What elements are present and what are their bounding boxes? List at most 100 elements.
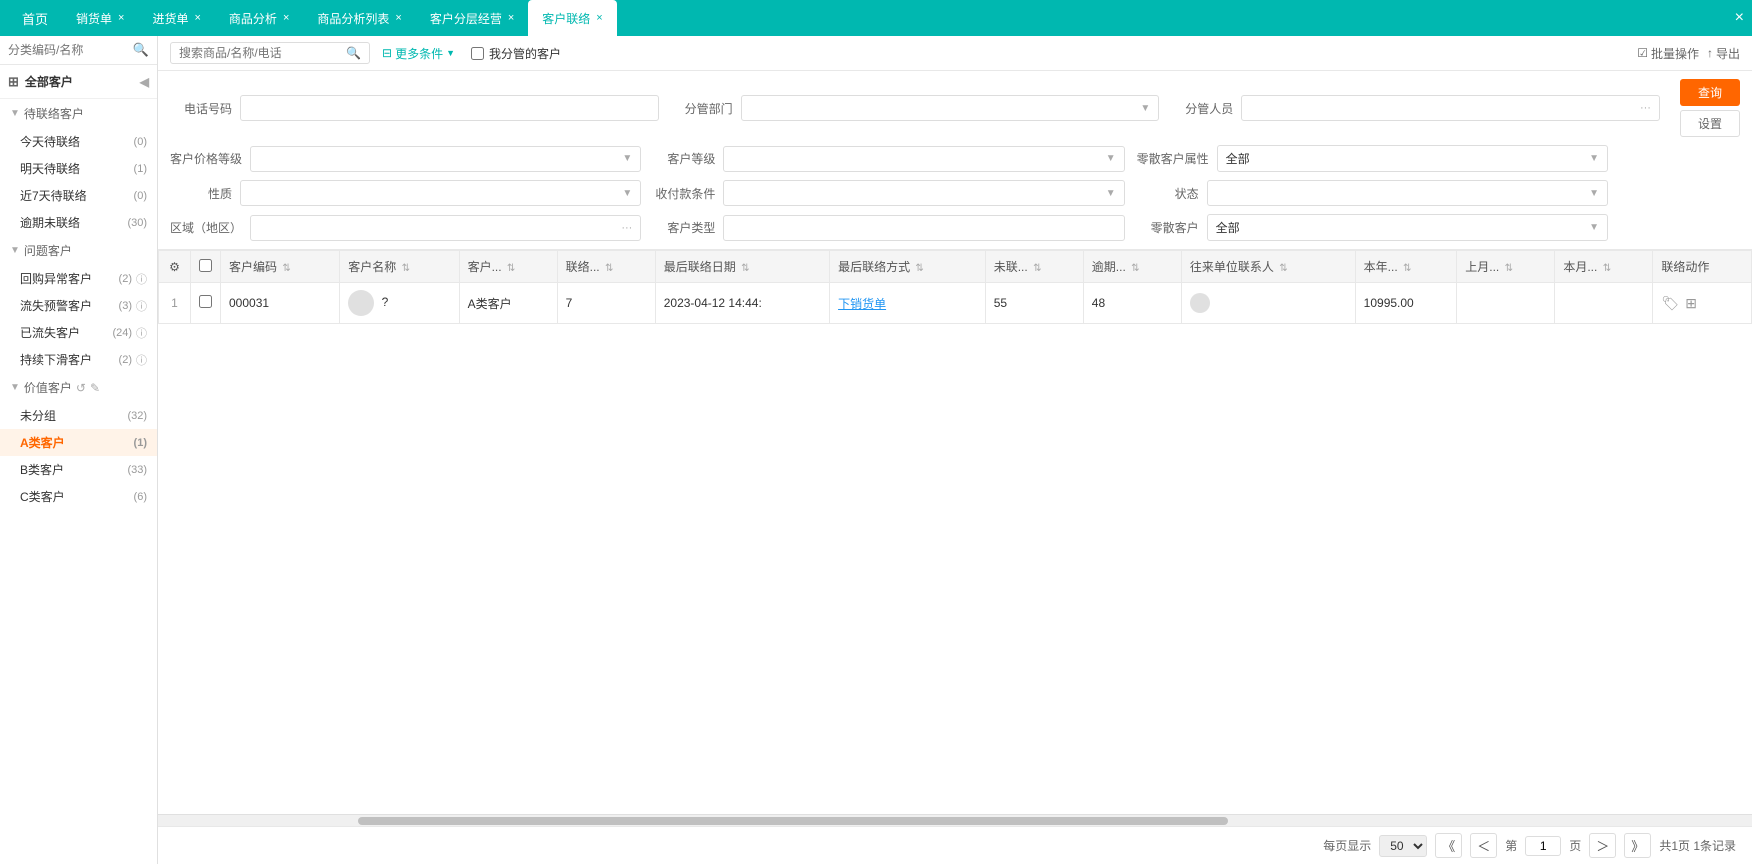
refresh-icon[interactable]: ↺ xyxy=(76,381,86,395)
manager-more-icon[interactable]: ··· xyxy=(1640,102,1651,114)
status-select[interactable]: ▼ xyxy=(1207,180,1608,206)
sort-type-icon[interactable]: ⇅ xyxy=(507,263,515,274)
sort-not-contact-icon[interactable]: ⇅ xyxy=(1033,263,1041,274)
sidebar-collapse-btn[interactable]: ◀ xyxy=(140,75,149,89)
sidebar-item-overdue[interactable]: 逾期未联络 (30) xyxy=(0,209,157,236)
sidebar-item-class-c[interactable]: C类客户 (6) xyxy=(0,483,157,510)
filter-search-input[interactable] xyxy=(179,46,342,60)
last-method-link[interactable]: 下销货单 xyxy=(838,297,886,311)
filter-retail: 零散客户 全部 ▼ xyxy=(1137,214,1608,241)
sidebar-item-tomorrow[interactable]: 明天待联络 (1) xyxy=(0,155,157,182)
row-name: ? xyxy=(340,283,459,324)
close-product-analysis-list-tab[interactable]: × xyxy=(395,12,401,24)
close-product-analysis-tab[interactable]: × xyxy=(283,12,289,24)
pending-contact-group-title[interactable]: ▼ 待联络客户 xyxy=(0,99,157,128)
all-customers-header[interactable]: ⊞ 全部客户 ◀ xyxy=(0,65,157,99)
col-name: 客户名称 ⇅ xyxy=(340,251,459,283)
close-all-tabs[interactable]: × xyxy=(1735,9,1744,27)
filter-dept: 分管部门 ▼ xyxy=(671,95,1160,121)
filter-customer-type: 客户类型 xyxy=(653,215,1124,241)
sort-last-method-icon[interactable]: ⇅ xyxy=(915,263,923,274)
my-customer-checkbox-area[interactable]: 我分管的客户 xyxy=(471,45,561,62)
row-action-icons: 🏷 ⊞ xyxy=(1661,295,1743,312)
col-last-date: 最后联络日期 ⇅ xyxy=(655,251,829,283)
sidebar-item-churned[interactable]: 已流失客户 (24) ⓘ xyxy=(0,319,157,346)
info-icon-declining: ⓘ xyxy=(136,352,147,368)
nature-select[interactable]: ▼ xyxy=(240,180,641,206)
col-gear[interactable]: ⚙ xyxy=(159,251,191,283)
adv-filter-row-3: 性质 ▼ 收付款条件 ▼ 状态 xyxy=(170,180,1740,206)
qr-icon[interactable]: ⊞ xyxy=(1685,295,1697,312)
nav-customer-contact[interactable]: 客户联络 × xyxy=(528,0,616,36)
phone-input[interactable] xyxy=(240,95,659,121)
page-number-input[interactable] xyxy=(1525,836,1561,856)
nav-product-analysis-list[interactable]: 商品分析列表 × xyxy=(303,0,415,36)
sort-last-month-icon[interactable]: ⇅ xyxy=(1505,263,1513,274)
retail-attr-select[interactable]: 全部 ▼ xyxy=(1217,145,1608,172)
sidebar-item-class-a[interactable]: A类客户 (1) xyxy=(0,429,157,456)
value-customer-group-title[interactable]: ▼ 价值客户 ↺ ✎ xyxy=(0,373,157,402)
per-page-select[interactable]: 50 xyxy=(1379,835,1427,857)
nav-purchase[interactable]: 进货单 × xyxy=(138,0,214,36)
select-all-checkbox[interactable] xyxy=(199,259,212,272)
export-button[interactable]: ↑ 导出 xyxy=(1707,45,1740,62)
tag-icon[interactable]: 🏷 xyxy=(1661,295,1679,312)
sort-contact-icon[interactable]: ⇅ xyxy=(605,263,613,274)
sidebar-item-class-b[interactable]: B类客户 (33) xyxy=(0,456,157,483)
group-arrow-icon3: ▼ xyxy=(10,382,20,393)
close-customer-contact-tab[interactable]: × xyxy=(596,12,602,24)
next-page-button[interactable]: ＞ xyxy=(1589,833,1616,858)
sidebar-item-unclassified[interactable]: 未分组 (32) xyxy=(0,402,157,429)
close-customer-management-tab[interactable]: × xyxy=(508,12,514,24)
close-purchase-tab[interactable]: × xyxy=(194,12,200,24)
sort-overdue-icon[interactable]: ⇅ xyxy=(1131,263,1139,274)
region-more-icon[interactable]: ··· xyxy=(621,222,632,234)
sidebar-item-abnormal[interactable]: 回购异常客户 (2) ⓘ xyxy=(0,265,157,292)
query-button[interactable]: 查询 xyxy=(1680,79,1740,106)
price-level-select[interactable]: ▼ xyxy=(250,146,641,172)
nav-customer-management[interactable]: 客户分层经营 × xyxy=(416,0,528,36)
sidebar-item-7days[interactable]: 近7天待联络 (0) xyxy=(0,182,157,209)
sort-this-year-icon[interactable]: ⇅ xyxy=(1403,263,1411,274)
setting-button[interactable]: 设置 xyxy=(1680,110,1740,137)
col-last-month: 上月... ⇅ xyxy=(1457,251,1555,283)
sidebar-item-churn-warning[interactable]: 流失预警客户 (3) ⓘ xyxy=(0,292,157,319)
first-page-button[interactable]: 《 xyxy=(1435,833,1462,858)
dept-select[interactable]: ▼ xyxy=(741,95,1160,121)
sort-last-date-icon[interactable]: ⇅ xyxy=(741,263,749,274)
nav-home[interactable]: 首页 xyxy=(8,0,62,36)
prev-page-button[interactable]: ＜ xyxy=(1470,833,1497,858)
row-last-method[interactable]: 下销货单 xyxy=(830,283,986,324)
filter-search-icon[interactable]: 🔍 xyxy=(346,46,361,60)
sort-this-month-icon[interactable]: ⇅ xyxy=(1603,263,1611,274)
close-sales-tab[interactable]: × xyxy=(118,12,124,24)
sidebar-item-declining[interactable]: 持续下滑客户 (2) ⓘ xyxy=(0,346,157,373)
col-overdue: 逾期... ⇅ xyxy=(1083,251,1181,283)
customer-level-select[interactable]: ▼ xyxy=(723,146,1124,172)
payment-select[interactable]: ▼ xyxy=(723,180,1124,206)
region-input[interactable]: ··· xyxy=(250,215,641,241)
sort-contact-person-icon[interactable]: ⇅ xyxy=(1279,263,1287,274)
edit-icon[interactable]: ✎ xyxy=(90,381,100,395)
filter-icon: ⊟ xyxy=(382,46,392,60)
action-buttons: 查询 设置 xyxy=(1680,79,1740,137)
more-filter-button[interactable]: ⊟ 更多条件 ▼ xyxy=(382,45,455,62)
sort-name-icon[interactable]: ⇅ xyxy=(402,263,410,274)
problem-customer-group-title[interactable]: ▼ 问题客户 xyxy=(0,236,157,265)
sidebar-item-today[interactable]: 今天待联络 (0) xyxy=(0,128,157,155)
manager-input[interactable]: ··· xyxy=(1241,95,1660,121)
sidebar-search-input[interactable] xyxy=(8,43,133,57)
row-checkbox[interactable] xyxy=(199,295,212,308)
my-customer-checkbox[interactable] xyxy=(471,47,484,60)
horizontal-scrollbar[interactable] xyxy=(158,814,1752,826)
customer-type-input[interactable] xyxy=(723,215,1124,241)
sidebar-search-icon[interactable]: 🔍 xyxy=(133,42,149,58)
nav-sales[interactable]: 销货单 × xyxy=(62,0,138,36)
retail-select[interactable]: 全部 ▼ xyxy=(1207,214,1608,241)
payment-arrow: ▼ xyxy=(1106,188,1116,199)
batch-op-button[interactable]: ☑ 批量操作 xyxy=(1637,45,1699,62)
scrollbar-thumb[interactable] xyxy=(358,817,1228,825)
nav-product-analysis[interactable]: 商品分析 × xyxy=(215,0,303,36)
sort-code-icon[interactable]: ⇅ xyxy=(282,263,290,274)
last-page-button[interactable]: 》 xyxy=(1624,833,1651,858)
